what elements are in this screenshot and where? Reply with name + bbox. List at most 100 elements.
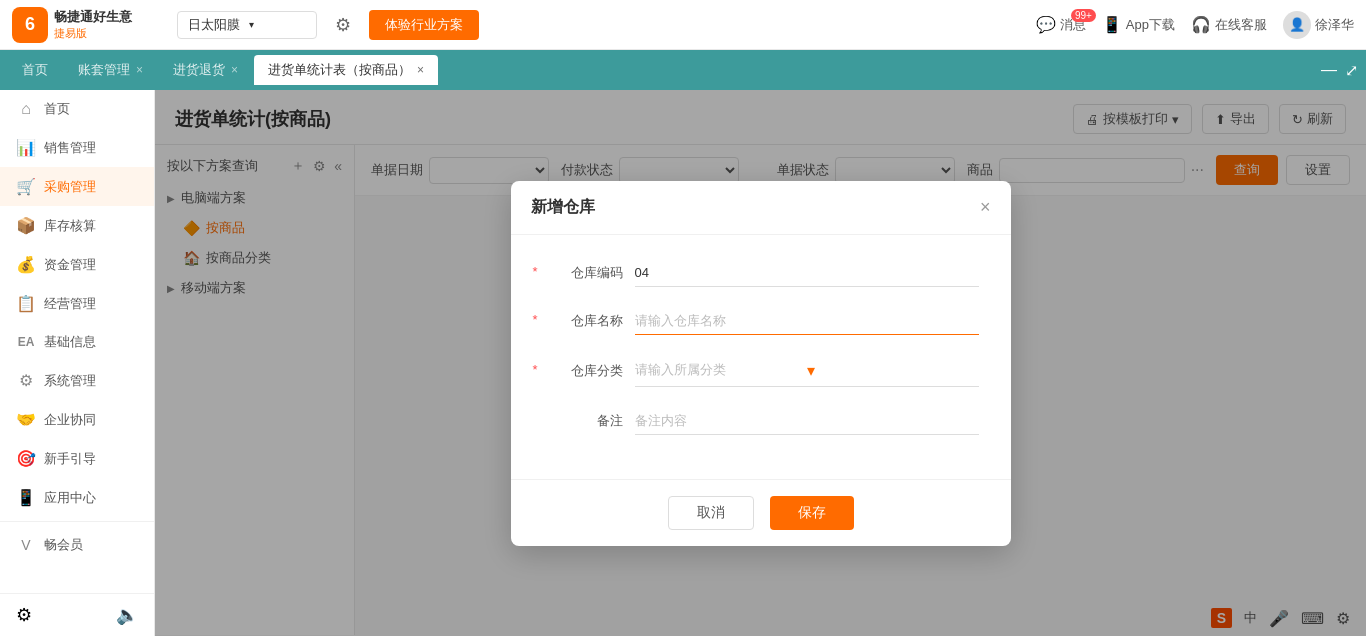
sidebar-item-purchase[interactable]: 🛒 采购管理: [0, 167, 154, 206]
warehouse-code-row: 仓库编码: [543, 259, 979, 287]
settings-button[interactable]: ⚙: [327, 9, 359, 41]
sidebar-label-finance: 资金管理: [44, 256, 96, 274]
purchase-icon: 🛒: [16, 177, 36, 196]
dialog-close-button[interactable]: ×: [980, 197, 991, 218]
category-chevron-icon: ▾: [807, 361, 979, 380]
modal-overlay: 新增仓库 × 仓库编码 仓库名称: [155, 90, 1366, 636]
cancel-button[interactable]: 取消: [668, 496, 754, 530]
store-name: 日太阳膜: [188, 16, 245, 34]
online-service-item[interactable]: 🎧 在线客服: [1191, 15, 1267, 34]
warehouse-note-label: 备注: [543, 412, 623, 430]
username-label: 徐泽华: [1315, 16, 1354, 34]
tab-purchase-stats[interactable]: 进货单统计表（按商品） ×: [254, 55, 438, 85]
dialog-footer: 取消 保存: [511, 479, 1011, 546]
user-item[interactable]: 👤 徐泽华: [1283, 11, 1354, 39]
dialog-body: 仓库编码 仓库名称 仓库分类 请输入所属分类 ▾: [511, 235, 1011, 479]
new-warehouse-dialog: 新增仓库 × 仓库编码 仓库名称: [511, 181, 1011, 546]
store-selector[interactable]: 日太阳膜 ▾: [177, 11, 317, 39]
chevron-icon: ▾: [249, 19, 306, 30]
inventory-icon: 📦: [16, 216, 36, 235]
tab-purchase-stats-close[interactable]: ×: [417, 63, 424, 77]
main-layout: ⌂ 首页 📊 销售管理 🛒 采购管理 📦 库存核算 💰 资金管理 📋 经营管理 …: [0, 90, 1366, 636]
member-icon: V: [16, 537, 36, 553]
sidebar-label-basic-info: 基础信息: [44, 333, 96, 351]
dialog-header: 新增仓库 ×: [511, 181, 1011, 235]
header-right: 💬 消息 99+ 📱 App下载 🎧 在线客服 👤 徐泽华: [1036, 11, 1354, 39]
tab-purchase-return[interactable]: 进货退货 ×: [159, 55, 252, 85]
sidebar-settings-icon[interactable]: ⚙: [16, 604, 32, 626]
tab-purchase-stats-label: 进货单统计表（按商品）: [268, 61, 411, 79]
sidebar-label-guide: 新手引导: [44, 450, 96, 468]
warehouse-category-placeholder: 请输入所属分类: [635, 361, 807, 379]
sidebar-label-purchase: 采购管理: [44, 178, 96, 196]
save-button[interactable]: 保存: [770, 496, 854, 530]
app-icon: 📱: [16, 488, 36, 507]
sidebar-item-home[interactable]: ⌂ 首页: [0, 90, 154, 128]
sidebar-label-home: 首页: [44, 100, 70, 118]
sidebar-item-member[interactable]: V 畅会员: [0, 526, 154, 564]
dialog-title: 新增仓库: [531, 197, 595, 218]
top-header: 6 畅捷通好生意 捷易版 日太阳膜 ▾ ⚙ 体验行业方案 💬 消息 99+ 📱 …: [0, 0, 1366, 50]
logo-sub: 捷易版: [54, 26, 132, 41]
logo-name: 畅捷通好生意: [54, 8, 132, 26]
sidebar-label-operations: 经营管理: [44, 295, 96, 313]
tab-minimize-button[interactable]: —: [1321, 61, 1337, 80]
sidebar-item-inventory[interactable]: 📦 库存核算: [0, 206, 154, 245]
app-download-item[interactable]: 📱 App下载: [1102, 15, 1175, 34]
operations-icon: 📋: [16, 294, 36, 313]
logo-text: 畅捷通好生意 捷易版: [54, 8, 132, 41]
warehouse-name-input[interactable]: [635, 307, 979, 335]
tab-account-close[interactable]: ×: [136, 63, 143, 77]
message-badge: 99+: [1071, 9, 1096, 22]
trial-button[interactable]: 体验行业方案: [369, 10, 479, 40]
avatar: 👤: [1283, 11, 1311, 39]
tab-purchase-return-label: 进货退货: [173, 61, 225, 79]
sidebar-item-app[interactable]: 📱 应用中心: [0, 478, 154, 517]
warehouse-name-label: 仓库名称: [543, 312, 623, 330]
sidebar-item-operations[interactable]: 📋 经营管理: [0, 284, 154, 323]
tab-bar-right: — ⤢: [1321, 61, 1358, 80]
sidebar-item-basic-info[interactable]: EA 基础信息: [0, 323, 154, 361]
app-download-label: App下载: [1126, 16, 1175, 34]
enterprise-icon: 🤝: [16, 410, 36, 429]
finance-icon: 💰: [16, 255, 36, 274]
sidebar-collapse-icon[interactable]: 🔈: [116, 604, 138, 626]
sales-icon: 📊: [16, 138, 36, 157]
sidebar-divider: [0, 521, 154, 522]
system-icon: ⚙: [16, 371, 36, 390]
logo-icon: 6: [12, 7, 48, 43]
sidebar-label-app: 应用中心: [44, 489, 96, 507]
sidebar-label-inventory: 库存核算: [44, 217, 96, 235]
tab-home-label: 首页: [22, 61, 48, 79]
sidebar-item-guide[interactable]: 🎯 新手引导: [0, 439, 154, 478]
warehouse-code-label: 仓库编码: [543, 264, 623, 282]
tab-purchase-return-close[interactable]: ×: [231, 63, 238, 77]
sidebar-label-member: 畅会员: [44, 536, 83, 554]
warehouse-name-row: 仓库名称: [543, 307, 979, 335]
sidebar-item-system[interactable]: ⚙ 系统管理: [0, 361, 154, 400]
tab-account-label: 账套管理: [78, 61, 130, 79]
tab-home[interactable]: 首页: [8, 55, 62, 85]
sidebar: ⌂ 首页 📊 销售管理 🛒 采购管理 📦 库存核算 💰 资金管理 📋 经营管理 …: [0, 90, 155, 636]
tab-account[interactable]: 账套管理 ×: [64, 55, 157, 85]
content-area: 进货单统计(按商品) 🖨 按模板打印 ▾ ⬆ 导出 ↻ 刷新: [155, 90, 1366, 636]
home-icon: ⌂: [16, 100, 36, 118]
tab-bar: 首页 账套管理 × 进货退货 × 进货单统计表（按商品） × — ⤢: [0, 50, 1366, 90]
basic-info-icon: EA: [16, 335, 36, 349]
guide-icon: 🎯: [16, 449, 36, 468]
message-item[interactable]: 💬 消息 99+: [1036, 15, 1086, 34]
warehouse-note-row: 备注: [543, 407, 979, 435]
logo-area: 6 畅捷通好生意 捷易版: [12, 7, 167, 43]
tab-expand-button[interactable]: ⤢: [1345, 61, 1358, 80]
sidebar-item-enterprise[interactable]: 🤝 企业协同: [0, 400, 154, 439]
sidebar-item-sales[interactable]: 📊 销售管理: [0, 128, 154, 167]
warehouse-category-row: 仓库分类 请输入所属分类 ▾: [543, 355, 979, 387]
sidebar-label-sales: 销售管理: [44, 139, 96, 157]
warehouse-code-input[interactable]: [635, 259, 979, 287]
sidebar-label-enterprise: 企业协同: [44, 411, 96, 429]
warehouse-category-label: 仓库分类: [543, 362, 623, 380]
sidebar-item-finance[interactable]: 💰 资金管理: [0, 245, 154, 284]
online-service-label: 在线客服: [1215, 16, 1267, 34]
warehouse-note-input[interactable]: [635, 407, 979, 435]
warehouse-category-select[interactable]: 请输入所属分类 ▾: [635, 355, 979, 387]
